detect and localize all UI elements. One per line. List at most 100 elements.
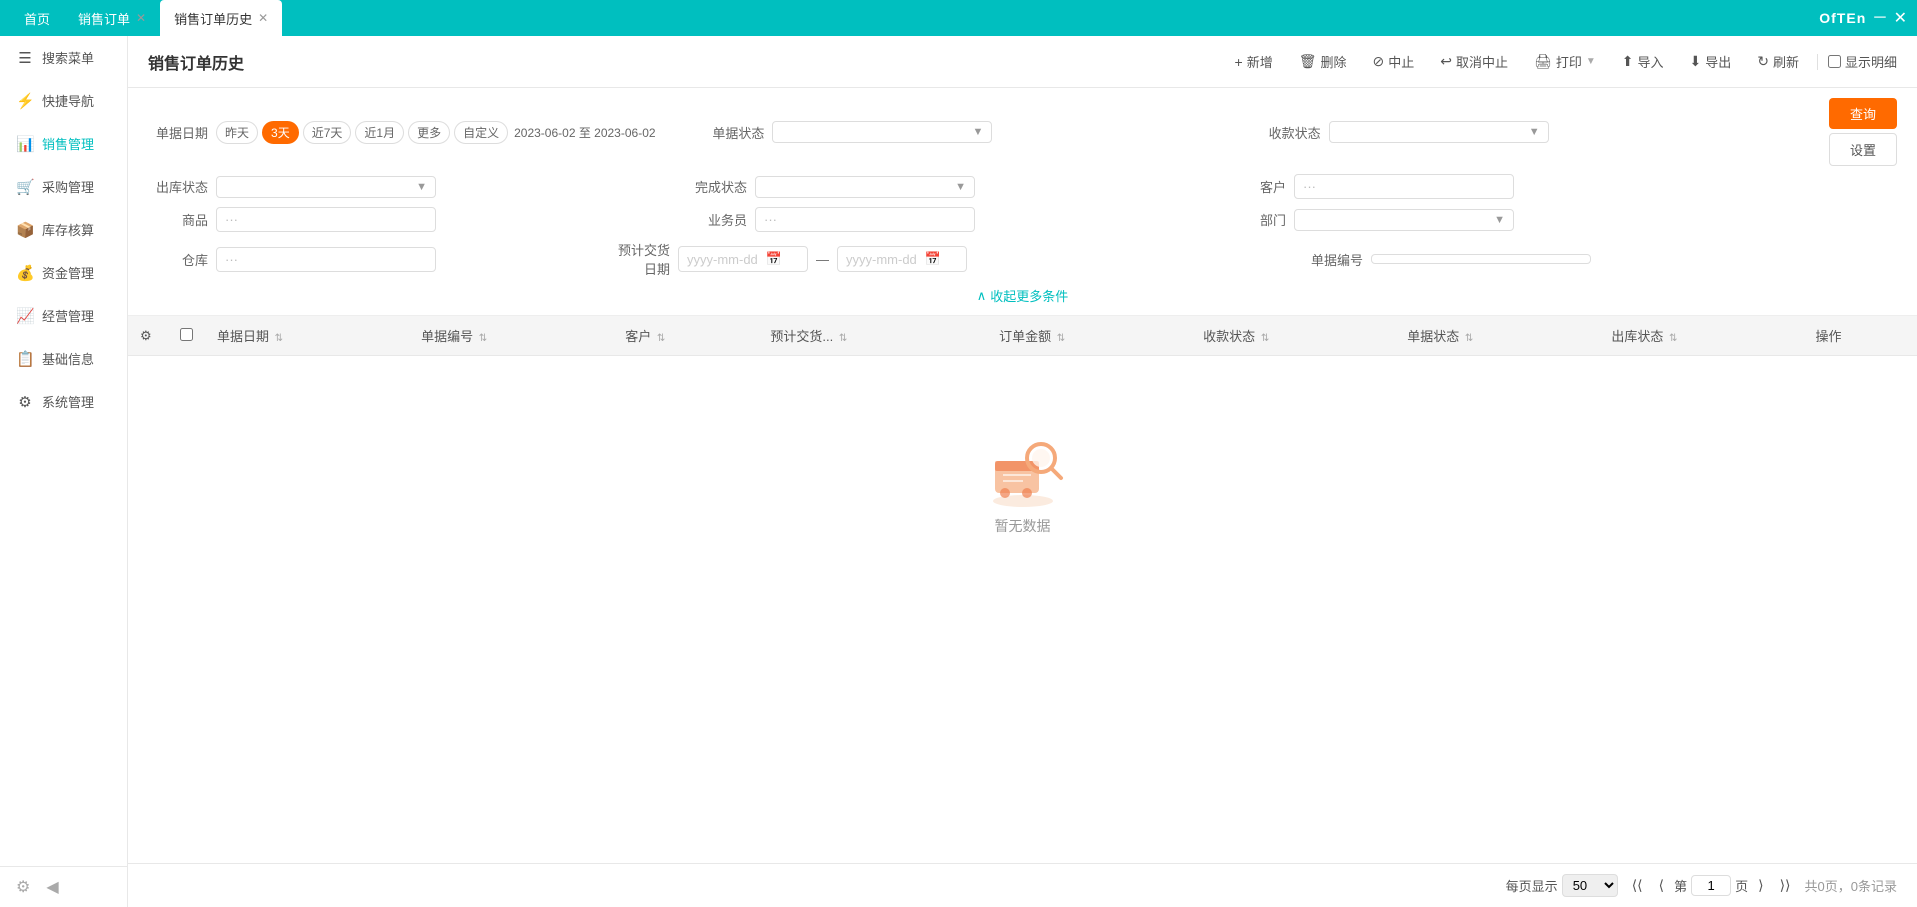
window-close-button[interactable]: ✕ [1894, 8, 1907, 28]
out-status-select[interactable]: ▼ [216, 176, 436, 198]
filter-row-1: 单据日期 昨天 3天 近7天 近1月 更多 自定义 2023-06-02 至 2… [148, 98, 1897, 166]
print-arrow-icon: ▼ [1586, 56, 1596, 67]
date-btn-more[interactable]: 更多 [408, 121, 450, 144]
sidebar-item-basic-info[interactable]: 📋 基础信息 [0, 337, 127, 380]
delete-icon: 🗑 [1299, 53, 1317, 70]
search-menu-icon: ☰ [16, 49, 34, 67]
date-btn-yesterday[interactable]: 昨天 [216, 121, 258, 144]
sidebar-settings-icon[interactable]: ⚙ [16, 877, 30, 897]
page-prev-button[interactable]: ⟨ [1653, 875, 1670, 896]
sort-payment-status-icon[interactable]: ⇅ [1261, 333, 1269, 344]
customer-dots-icon: ··· [1303, 179, 1316, 194]
collapse-more[interactable]: ∧ 收起更多条件 [148, 286, 1897, 305]
sidebar-item-inventory[interactable]: 📦 库存核算 [0, 208, 127, 251]
tabs-area: 首页 销售订单 ✕ 销售订单历史 ✕ [10, 0, 282, 36]
date-btn-3days[interactable]: 3天 [262, 121, 299, 144]
bill-status-select[interactable]: ▼ [772, 121, 992, 143]
sidebar-collapse-icon[interactable]: ◀ [46, 877, 58, 897]
warehouse-label: 仓库 [148, 250, 216, 269]
tab-sales-order[interactable]: 销售订单 ✕ [64, 0, 160, 36]
page-next-button[interactable]: ⟩ [1752, 875, 1769, 896]
sidebar-item-finance[interactable]: 💰 资金管理 [0, 251, 127, 294]
out-status-label: 出库状态 [148, 177, 216, 196]
set-button[interactable]: 设置 [1829, 133, 1897, 166]
tab-sales-order-close[interactable]: ✕ [136, 11, 146, 25]
calendar-start-icon[interactable]: 📅 [766, 251, 782, 267]
product-dots-icon: ··· [225, 212, 238, 227]
import-button[interactable]: ⬆ 导入 [1614, 48, 1672, 75]
date-btn-1month[interactable]: 近1月 [355, 121, 404, 144]
sort-bill-no-icon[interactable]: ⇅ [479, 333, 487, 344]
empty-illustration [973, 416, 1073, 516]
query-set-btns: 查询 设置 [1829, 98, 1897, 166]
warehouse-input[interactable]: ··· [216, 247, 436, 272]
payment-status-select[interactable]: ▼ [1329, 121, 1549, 143]
date-range-text: 2023-06-02 至 2023-06-02 [514, 124, 655, 141]
tab-home[interactable]: 首页 [10, 0, 64, 36]
inventory-icon: 📦 [16, 221, 34, 239]
filter-segment-out-status: 出库状态 ▼ [148, 176, 687, 198]
sidebar-item-quick-nav[interactable]: ⚡ 快捷导航 [0, 79, 127, 122]
display-details-label[interactable]: 显示明细 [1828, 52, 1897, 71]
new-icon: + [1235, 54, 1243, 70]
th-check[interactable] [168, 316, 205, 356]
delete-button[interactable]: 🗑 删除 [1291, 48, 1355, 75]
expected-date-range: yyyy-mm-dd 📅 — yyyy-mm-dd 📅 [678, 246, 967, 272]
sort-out-status-icon[interactable]: ⇅ [1669, 333, 1677, 344]
dept-select[interactable]: ▼ [1294, 209, 1514, 231]
page-nav: ⟨⟨ ⟨ 第 页 ⟩ ⟩⟩ [1626, 875, 1797, 896]
import-icon: ⬆ [1622, 53, 1634, 70]
expected-date-start[interactable]: yyyy-mm-dd 📅 [678, 246, 808, 272]
tab-sales-order-history[interactable]: 销售订单历史 ✕ [160, 0, 282, 36]
product-input[interactable]: ··· [216, 207, 436, 232]
page-input[interactable] [1691, 875, 1731, 896]
complete-status-select[interactable]: ▼ [755, 176, 975, 198]
settings-gear-icon[interactable]: ⚙ [140, 328, 152, 343]
date-btn-7days[interactable]: 近7天 [303, 121, 352, 144]
payment-status-chevron-icon: ▼ [1529, 126, 1540, 138]
table-header-row: ⚙ 单据日期 ⇅ 单据编号 ⇅ [128, 316, 1917, 356]
calendar-end-icon[interactable]: 📅 [925, 251, 941, 267]
cancel-stop-button[interactable]: ↩ 取消中止 [1432, 48, 1516, 75]
system-mgmt-icon: ⚙ [16, 393, 34, 411]
new-button[interactable]: + 新增 [1227, 48, 1281, 75]
per-page-dropdown[interactable]: 10 20 50 100 [1562, 874, 1618, 897]
sidebar-item-operations[interactable]: 📈 经营管理 [0, 294, 127, 337]
out-status-chevron-icon: ▼ [416, 181, 427, 193]
page-last-button[interactable]: ⟩⟩ [1774, 875, 1797, 896]
tab-sales-order-history-close[interactable]: ✕ [258, 11, 268, 25]
basic-info-icon: 📋 [16, 350, 34, 368]
filter-segment-expected-date: 预计交货日期 yyyy-mm-dd 📅 — yyyy-mm-dd 📅 [610, 240, 1303, 278]
select-all-checkbox[interactable] [180, 328, 193, 341]
sort-order-amount-icon[interactable]: ⇅ [1057, 333, 1065, 344]
sidebar-item-sales-mgmt[interactable]: 📊 销售管理 [0, 122, 127, 165]
filter-segment-bill-no: 单据编号 [1303, 250, 1765, 269]
query-button[interactable]: 查询 [1829, 98, 1897, 129]
sort-expected-date-icon[interactable]: ⇅ [839, 333, 847, 344]
sort-customer-icon[interactable]: ⇅ [657, 333, 665, 344]
window-min-button[interactable]: ─ [1874, 9, 1885, 27]
page-first-button[interactable]: ⟨⟨ [1626, 875, 1649, 896]
refresh-button[interactable]: ↻ 刷新 [1749, 48, 1807, 75]
customer-input[interactable]: ··· [1294, 174, 1514, 199]
bill-no-label: 单据编号 [1303, 250, 1371, 269]
refresh-icon: ↻ [1757, 53, 1769, 70]
salesperson-input[interactable]: ··· [755, 207, 975, 232]
display-details-checkbox[interactable] [1828, 55, 1841, 68]
filter-segment-customer: 客户 ··· [1226, 174, 1765, 199]
sort-date-icon[interactable]: ⇅ [275, 333, 283, 344]
date-btn-custom[interactable]: 自定义 [454, 121, 508, 144]
sort-bill-status-icon[interactable]: ⇅ [1465, 333, 1473, 344]
print-button[interactable]: 🖨 打印 ▼ [1526, 48, 1604, 75]
salesperson-dots-icon: ··· [764, 212, 777, 227]
th-settings[interactable]: ⚙ [128, 316, 168, 356]
sidebar-item-purchase-mgmt[interactable]: 🛒 采购管理 [0, 165, 127, 208]
stop-button[interactable]: ⊘ 中止 [1365, 48, 1423, 75]
sidebar-item-search-menu[interactable]: ☰ 搜索菜单 [0, 36, 127, 79]
empty-state-cell: 暂无数据 [128, 356, 1917, 597]
filter-row-3: 商品 ··· 业务员 ··· 部门 ▼ [148, 207, 1897, 232]
bill-no-input[interactable] [1371, 254, 1591, 264]
expected-date-end[interactable]: yyyy-mm-dd 📅 [837, 246, 967, 272]
sidebar-item-system-mgmt[interactable]: ⚙ 系统管理 [0, 380, 127, 423]
export-button[interactable]: ⬇ 导出 [1681, 48, 1739, 75]
